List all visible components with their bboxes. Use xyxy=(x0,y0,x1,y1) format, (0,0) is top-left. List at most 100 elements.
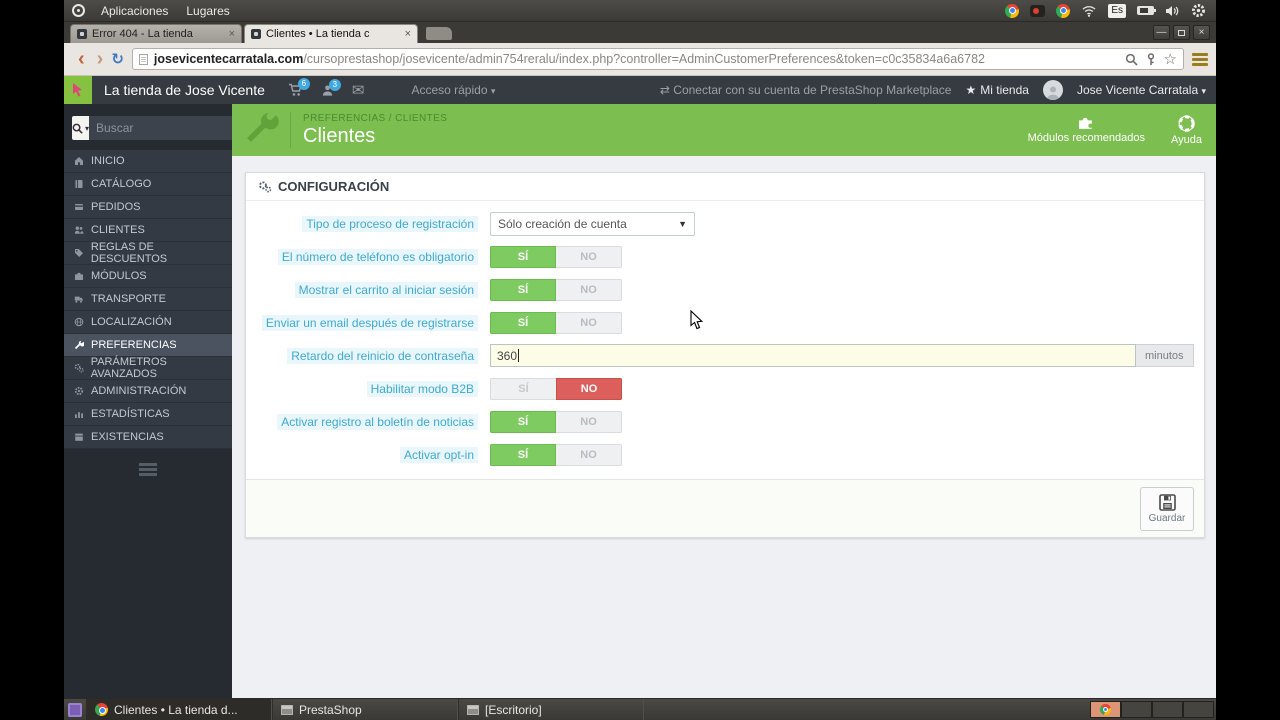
people-icon xyxy=(73,225,85,235)
password-reset-delay-input[interactable]: 360 xyxy=(490,344,1136,367)
key-icon[interactable] xyxy=(1145,52,1157,66)
marketplace-link[interactable]: ⇄ Conectar con su cuenta de PrestaShop M… xyxy=(660,83,952,97)
workspace-3[interactable] xyxy=(1152,701,1183,718)
taskbar-task-browser[interactable]: Clientes • La tienda d... xyxy=(86,699,272,720)
battery-icon[interactable] xyxy=(1137,6,1156,15)
configuration-panel: CONFIGURACIÓN Tipo de proceso de registr… xyxy=(245,172,1205,538)
sidebar-item-catalogo[interactable]: CATÁLOGO xyxy=(64,173,232,196)
tab-clientes[interactable]: Clientes • La tienda c × xyxy=(244,24,418,43)
switch-yes[interactable]: SÍ xyxy=(490,278,556,301)
sidebar-item-transporte[interactable]: TRANSPORTE xyxy=(64,288,232,311)
sidebar-item-clientes[interactable]: CLIENTES xyxy=(64,219,232,242)
wifi-icon[interactable] xyxy=(1081,4,1097,17)
b2b-mode-switch: SÍ NO xyxy=(490,377,622,400)
chrome-tray-icon-2[interactable] xyxy=(1056,3,1071,18)
shop-name-link[interactable]: La tienda de Jose Vicente xyxy=(104,82,265,98)
truck-icon xyxy=(73,294,85,304)
switch-yes[interactable]: SÍ xyxy=(490,311,556,334)
recommended-modules-button[interactable]: Módulos recomendados xyxy=(1028,115,1145,146)
switch-yes[interactable]: SÍ xyxy=(490,245,556,268)
page-icon xyxy=(138,53,148,65)
keyboard-layout-indicator[interactable]: Es xyxy=(1108,3,1126,18)
sidebar-item-preferencias[interactable]: PREFERENCIAS xyxy=(64,334,232,357)
switch-no[interactable]: NO xyxy=(556,311,622,334)
tab-close-icon[interactable]: × xyxy=(229,28,235,40)
taskbar: Clientes • La tienda d... PrestaShop [Es… xyxy=(64,698,1216,720)
taskbar-task-escritorio[interactable]: [Escritorio] xyxy=(458,699,644,720)
sidebar-item-inicio[interactable]: INICIO xyxy=(64,150,232,173)
minimize-button[interactable]: — xyxy=(1153,25,1170,40)
switch-no[interactable]: NO xyxy=(556,278,622,301)
cart-menu[interactable]: 6 xyxy=(288,78,310,97)
volume-icon[interactable] xyxy=(1165,5,1180,17)
page-header: PREFERENCIAS / CLIENTES Clientes Módulos… xyxy=(232,104,1216,156)
back-button[interactable]: ‹ xyxy=(78,49,85,69)
switch-no[interactable]: NO xyxy=(556,245,622,268)
my-shop-link[interactable]: ★ Mi tienda xyxy=(965,83,1028,97)
search-scope-button[interactable]: ▾ xyxy=(72,116,90,140)
desktop: Aplicaciones Lugares Es Error 404 - La t… xyxy=(64,0,1216,720)
prestashop-logo[interactable] xyxy=(64,76,92,104)
sidebar-item-existencias[interactable]: EXISTENCIAS xyxy=(64,426,232,449)
field-label: Mostrar el carrito al iniciar sesión xyxy=(294,281,478,298)
customers-menu[interactable]: 3 xyxy=(321,78,341,97)
tab-close-icon[interactable]: × xyxy=(405,28,411,40)
wrench-icon xyxy=(242,109,280,152)
form-row: Habilitar modo B2B SÍ NO xyxy=(246,372,1204,405)
sidebar-item-administracion[interactable]: ADMINISTRACIÓN xyxy=(64,380,232,403)
wrench-icon xyxy=(73,340,85,350)
new-tab-button[interactable] xyxy=(426,27,452,40)
screen-recorder-icon[interactable] xyxy=(1030,4,1046,17)
workspace-2[interactable] xyxy=(1121,701,1152,718)
chevron-down-icon: ▾ xyxy=(1201,86,1206,96)
sidebar-item-reglas-descuentos[interactable]: REGLAS DE DESCUENTOS xyxy=(64,241,232,265)
panel-footer: Guardar xyxy=(246,479,1204,537)
tab-title: Clientes • La tienda c xyxy=(266,28,370,40)
sidebar-item-estadisticas[interactable]: ESTADÍSTICAS xyxy=(64,403,232,426)
reload-button[interactable]: ↻ xyxy=(111,50,124,68)
taskbar-app-icon[interactable] xyxy=(64,699,86,720)
chrome-icon xyxy=(95,703,108,716)
switch-yes[interactable]: SÍ xyxy=(490,410,556,433)
tab-error-404[interactable]: Error 404 - La tienda × xyxy=(70,24,242,43)
chrome-tray-icon[interactable] xyxy=(1005,3,1020,18)
restore-button[interactable] xyxy=(1173,25,1190,40)
search-icon[interactable] xyxy=(1125,53,1138,66)
user-menu[interactable]: Jose Vicente Carratala ▾ xyxy=(1077,83,1206,97)
prestashop-favicon xyxy=(251,29,261,39)
switch-no[interactable]: NO xyxy=(556,410,622,433)
taskbar-task-prestashop[interactable]: PrestaShop xyxy=(272,699,458,720)
sidebar-item-localizacion[interactable]: LOCALIZACIÓN xyxy=(64,311,232,334)
url-bar[interactable]: josevicentecarratala.com/cursoprestashop… xyxy=(131,48,1184,70)
messages-menu[interactable]: ✉ xyxy=(352,81,365,99)
tab-title: Error 404 - La tienda xyxy=(92,28,193,40)
registration-process-select[interactable]: Sólo creación de cuenta ▼ xyxy=(490,211,695,236)
sidebar-collapse-button[interactable] xyxy=(139,463,157,476)
forward-button[interactable]: › xyxy=(97,49,104,69)
switch-no[interactable]: NO xyxy=(556,377,622,400)
sidebar-item-modulos[interactable]: MÓDULOS xyxy=(64,265,232,288)
switch-yes[interactable]: SÍ xyxy=(490,377,556,400)
gear-icon xyxy=(73,386,85,396)
save-button[interactable]: Guardar xyxy=(1140,486,1194,531)
workspace-4[interactable] xyxy=(1183,701,1214,718)
menu-places[interactable]: Lugares xyxy=(177,0,238,21)
quick-access-menu[interactable]: Acceso rápido ▾ xyxy=(411,83,495,97)
form-row: Tipo de proceso de registración Sólo cre… xyxy=(246,207,1204,240)
email-after-register-switch: SÍ NO xyxy=(490,311,622,334)
cart-badge: 6 xyxy=(297,78,310,90)
bookmark-star-icon[interactable]: ☆ xyxy=(1164,50,1177,68)
browser-menu-icon[interactable] xyxy=(1192,52,1208,66)
window-icon xyxy=(467,704,479,715)
settings-gear-icon[interactable] xyxy=(1191,3,1206,18)
sidebar-item-parametros-avanzados[interactable]: PARÁMETROS AVANZADOS xyxy=(64,356,232,380)
chevron-down-icon: ▾ xyxy=(490,86,496,96)
help-button[interactable]: Ayuda xyxy=(1171,114,1202,146)
workspace-1[interactable] xyxy=(1090,701,1121,718)
switch-yes[interactable]: SÍ xyxy=(490,443,556,466)
bar-chart-icon xyxy=(73,409,85,419)
menu-applications[interactable]: Aplicaciones xyxy=(92,0,177,21)
switch-no[interactable]: NO xyxy=(556,443,622,466)
close-button[interactable]: × xyxy=(1193,25,1210,40)
sidebar-item-pedidos[interactable]: PEDIDOS xyxy=(64,196,232,219)
